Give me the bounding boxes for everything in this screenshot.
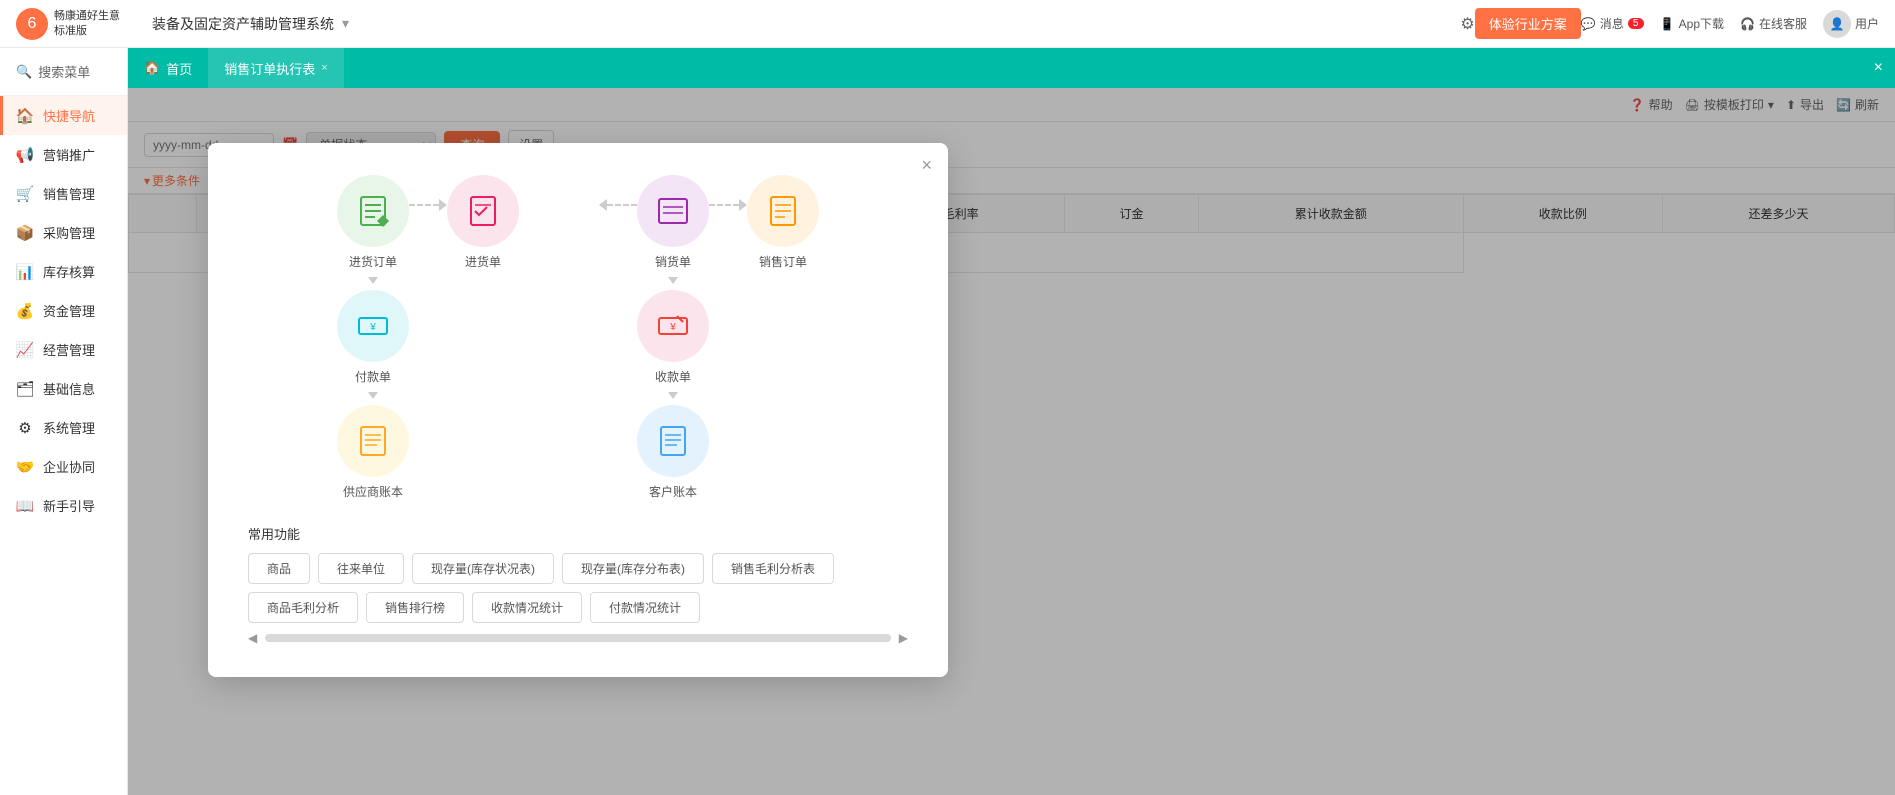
search-icon: 🔍 <box>16 64 32 80</box>
sidebar-label-marketing: 营销推广 <box>43 145 95 164</box>
sidebar-item-newbie[interactable]: 📖 新手引导 <box>0 486 127 525</box>
phone-icon: 📱 <box>1660 17 1675 31</box>
purchase-receipt-node[interactable]: 进货单 <box>447 175 519 270</box>
svg-text:¥: ¥ <box>669 322 676 333</box>
message-badge: 5 <box>1628 18 1644 29</box>
scroll-right-btn[interactable]: ▶ <box>899 631 908 645</box>
supplier-ledger-node[interactable]: 供应商账本 <box>337 405 409 500</box>
sidebar-item-operation[interactable]: 📈 经营管理 <box>0 330 127 369</box>
sidebar-item-finance[interactable]: 💰 资金管理 <box>0 291 127 330</box>
scroll-left-btn[interactable]: ◀ <box>248 631 257 645</box>
avatar: 👤 <box>1823 10 1851 38</box>
online-service-action[interactable]: 🎧 在线客服 <box>1740 15 1807 32</box>
app-download-action[interactable]: 📱 App下载 <box>1660 15 1724 32</box>
sidebar-label-newbie: 新手引导 <box>43 496 95 515</box>
tab-sales-order[interactable]: 销售订单执行表 × <box>208 48 343 88</box>
search-menu-btn[interactable]: 🔍 搜索菜单 <box>8 56 119 87</box>
quick-nav-icon: 🏠 <box>15 107 35 125</box>
modal-close-btn[interactable]: × <box>921 155 932 176</box>
sidebar-item-enterprise[interactable]: 🤝 企业协同 <box>0 447 127 486</box>
inventory-icon: 📊 <box>15 263 35 281</box>
func-btn-现存量(库存状况表)[interactable]: 现存量(库存状况表) <box>412 553 554 584</box>
sales-icon: 🛒 <box>15 185 35 203</box>
sidebar-label-base-info: 基础信息 <box>43 379 95 398</box>
sidebar-label-system: 系统管理 <box>43 418 95 437</box>
func-btn-现存量(库存分布表)[interactable]: 现存量(库存分布表) <box>562 553 704 584</box>
sales-receipt-node[interactable]: 销货单 <box>637 175 709 270</box>
sidebar-item-marketing[interactable]: 📢 营销推广 <box>0 135 127 174</box>
finance-icon: 💰 <box>15 302 35 320</box>
sidebar-label-inventory: 库存核算 <box>43 262 95 281</box>
experience-btn[interactable]: 体验行业方案 <box>1475 8 1581 39</box>
svg-text:¥: ¥ <box>369 322 376 333</box>
tab-close-icon[interactable]: × <box>321 62 327 74</box>
sidebar-item-inventory[interactable]: 📊 库存核算 <box>0 252 127 291</box>
sidebar-label-quick-nav: 快捷导航 <box>43 106 95 125</box>
system-dropdown-icon[interactable]: ▾ <box>342 15 349 32</box>
tab-close-all-btn[interactable]: × <box>1862 59 1895 77</box>
message-icon: 💬 <box>1581 17 1596 31</box>
modal-scrollbar[interactable]: ◀ ▶ <box>248 623 908 653</box>
sidebar-label-finance: 资金管理 <box>43 301 95 320</box>
sidebar-item-quick-nav[interactable]: 🏠 快捷导航 <box>0 96 127 135</box>
system-title: 装备及固定资产辅助管理系统 ▾ <box>152 14 1460 34</box>
headset-icon: 🎧 <box>1740 17 1755 31</box>
func-btn-商品[interactable]: 商品 <box>248 553 310 584</box>
operation-icon: 📈 <box>15 341 35 359</box>
purchase-order-node[interactable]: 进货订单 <box>337 175 409 270</box>
func-btn-往来单位[interactable]: 往来单位 <box>318 553 404 584</box>
sidebar-search-area: 🔍 搜索菜单 <box>0 48 127 96</box>
sidebar-item-purchase[interactable]: 📦 采购管理 <box>0 213 127 252</box>
purchase-icon: 📦 <box>15 224 35 242</box>
func-btn-收款情况统计[interactable]: 收款情况统计 <box>472 592 582 623</box>
app-logo: 6 <box>16 8 48 40</box>
func-btn-付款情况统计[interactable]: 付款情况统计 <box>590 592 700 623</box>
tab-home[interactable]: 🏠 首页 <box>128 48 208 88</box>
user-action[interactable]: 👤 用户 <box>1823 10 1879 38</box>
sidebar-item-sales[interactable]: 🛒 销售管理 <box>0 174 127 213</box>
scroll-track <box>265 634 891 642</box>
sidebar-item-system[interactable]: ⚙ 系统管理 <box>0 408 127 447</box>
message-action[interactable]: 💬 消息 5 <box>1581 15 1644 32</box>
sidebar-label-operation: 经营管理 <box>43 340 95 359</box>
sidebar-label-sales: 销售管理 <box>43 184 95 203</box>
common-functions-title: 常用功能 <box>248 524 908 543</box>
receipt-node[interactable]: ¥ 收款单 <box>637 290 709 385</box>
sidebar-item-base-info[interactable]: 🗂 基础信息 <box>0 369 127 408</box>
sales-order-node[interactable]: 销售订单 <box>747 175 819 270</box>
common-functions-area: 常用功能 商品往来单位现存量(库存状况表) 现存量(库存分布表) 销售毛利分析表商品… <box>248 524 908 623</box>
modal-overlay[interactable]: × 进货订单 <box>128 88 1895 795</box>
func-btn-销售排行榜[interactable]: 销售排行榜 <box>366 592 464 623</box>
enterprise-icon: 🤝 <box>15 458 35 476</box>
sidebar-label-purchase: 采购管理 <box>43 223 95 242</box>
system-icon: ⚙ <box>15 419 35 437</box>
home-icon: 🏠 <box>144 60 160 76</box>
customer-ledger-node[interactable]: 客户账本 <box>637 405 709 500</box>
base-info-icon: 🗂 <box>15 380 35 398</box>
func-btn-商品毛利分析[interactable]: 商品毛利分析 <box>248 592 358 623</box>
newbie-icon: 📖 <box>15 497 35 515</box>
app-name: 畅康通好生意 标准版 <box>54 9 120 38</box>
func-btn-销售毛利分析表[interactable]: 销售毛利分析表 <box>712 553 834 584</box>
sidebar-label-enterprise: 企业协同 <box>43 457 95 476</box>
marketing-icon: 📢 <box>15 146 35 164</box>
modal-box: × 进货订单 <box>208 143 948 677</box>
settings-icon[interactable]: ⚙ <box>1460 14 1474 34</box>
payment-node[interactable]: ¥ 付款单 <box>337 290 409 385</box>
